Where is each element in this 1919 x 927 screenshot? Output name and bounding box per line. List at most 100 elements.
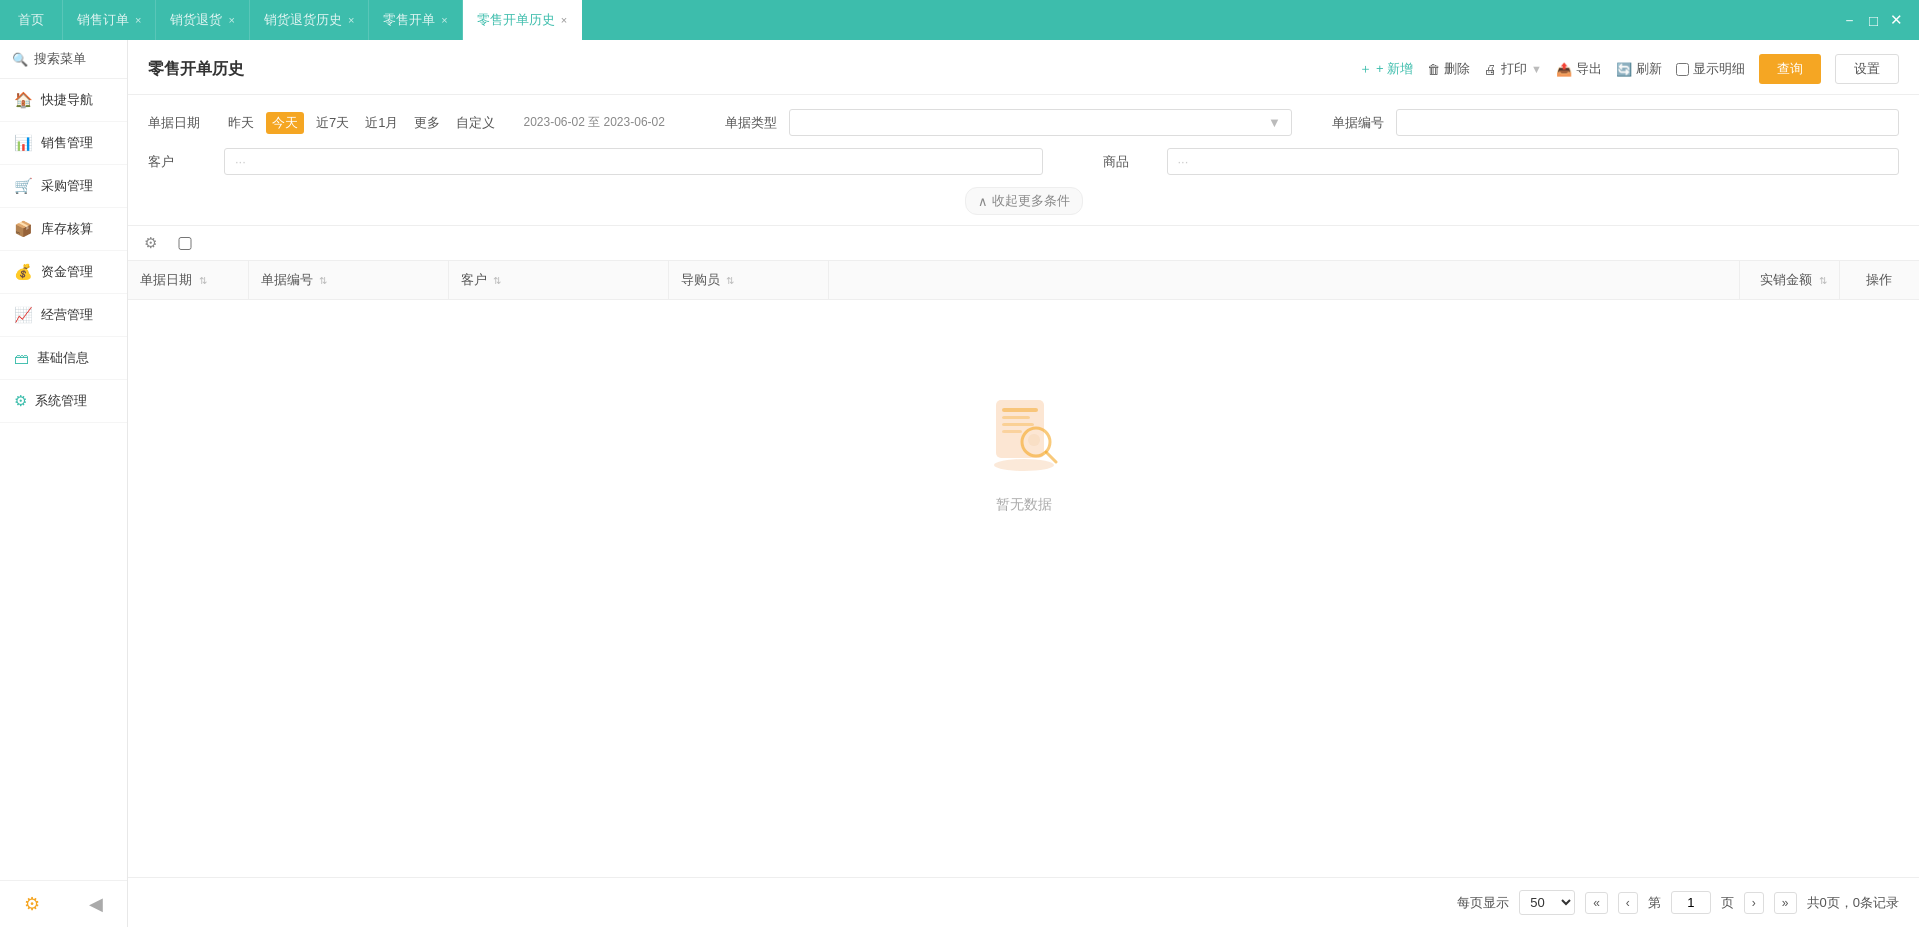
date-opt-1month[interactable]: 近1月	[361, 112, 402, 134]
product-filter: 商品 ···	[1103, 148, 1900, 175]
empty-state: 暂无数据	[128, 300, 1919, 594]
last-page-button[interactable]: »	[1774, 892, 1797, 914]
query-button[interactable]: 查询	[1759, 54, 1821, 84]
window-controls: － □ ✕	[1842, 11, 1919, 30]
sidebar-item-quicknav[interactable]: 🏠 快捷导航	[0, 79, 127, 122]
svg-point-8	[1028, 434, 1040, 446]
col-amount: 实销金额 ⇅	[1739, 261, 1839, 300]
delete-button[interactable]: 🗑 删除	[1427, 60, 1470, 78]
sidebar-item-finance[interactable]: 💰 资金管理	[0, 251, 127, 294]
type-select[interactable]: ▼	[789, 109, 1292, 136]
sidebar-item-inventory[interactable]: 📦 库存核算	[0, 208, 127, 251]
close-tab-sales-order[interactable]: ×	[135, 14, 141, 26]
svg-rect-3	[1002, 416, 1030, 419]
empty-text: 暂无数据	[996, 496, 1052, 514]
customer-select[interactable]: ···	[224, 148, 1043, 175]
page-label-post: 页	[1721, 894, 1734, 912]
finance-icon: 💰	[14, 263, 33, 281]
date-opt-today[interactable]: 今天	[266, 112, 304, 134]
system-icon: ⚙	[14, 392, 27, 410]
refresh-button[interactable]: 🔄 刷新	[1616, 60, 1662, 78]
type-label: 单据类型	[725, 114, 781, 132]
data-table: 单据日期 ⇅ 单据编号 ⇅ 客户 ⇅ 导购员 ⇅	[128, 261, 1919, 300]
tab-sales-return-history[interactable]: 销货退货历史 ×	[250, 0, 369, 40]
table-config-icon[interactable]: ⚙	[144, 234, 157, 252]
col-action: 操作	[1839, 261, 1919, 300]
sidebar: 🔍 搜索菜单 🏠 快捷导航 📊 销售管理 🛒 采购管理 📦 库存核算 💰 资金管…	[0, 40, 128, 927]
col-spacer	[828, 261, 1739, 300]
sort-number-icon[interactable]: ⇅	[319, 275, 327, 286]
date-options: 昨天 今天 近7天 近1月 更多 自定义	[224, 112, 499, 134]
tab-sales-return[interactable]: 销货退货 ×	[156, 0, 249, 40]
tab-retail-order-history[interactable]: 零售开单历史 ×	[463, 0, 582, 40]
minimize-button[interactable]: －	[1842, 11, 1857, 30]
print-dropdown-icon[interactable]: ▼	[1531, 63, 1542, 75]
date-opt-7days[interactable]: 近7天	[312, 112, 353, 134]
basicinfo-icon: 🗃	[14, 350, 29, 367]
top-tab-bar: 首页 销售订单 × 销货退货 × 销货退货历史 × 零售开单 × 零售开单历史 …	[0, 0, 1919, 40]
date-opt-more[interactable]: 更多	[410, 112, 444, 134]
purchase-icon: 🛒	[14, 177, 33, 195]
prev-page-button[interactable]: ‹	[1618, 892, 1638, 914]
pagination: 每页显示 50 10 20 100 « ‹ 第 页 › » 共0页，0条记录	[128, 877, 1919, 927]
display-detail-input[interactable]	[1676, 63, 1689, 76]
table-area: ⚙ 单据日期 ⇅ 单据编号 ⇅ 客户	[128, 226, 1919, 877]
date-opt-yesterday[interactable]: 昨天	[224, 112, 258, 134]
close-tab-sales-return[interactable]: ×	[228, 14, 234, 26]
product-select[interactable]: ···	[1167, 148, 1900, 175]
maximize-button[interactable]: □	[1869, 12, 1878, 29]
management-icon: 📈	[14, 306, 33, 324]
close-tab-retail-order[interactable]: ×	[441, 14, 447, 26]
page-actions: ＋ + 新增 🗑 删除 🖨 打印 ▼ 📤 导出 🔄	[1359, 54, 1899, 84]
export-icon: 📤	[1556, 62, 1572, 77]
table-toolbar: ⚙	[128, 226, 1919, 261]
sidebar-search[interactable]: 🔍 搜索菜单	[0, 40, 127, 79]
sort-date-icon[interactable]: ⇅	[199, 275, 207, 286]
settings-bottom-icon[interactable]: ⚙	[24, 893, 40, 915]
svg-point-0	[994, 459, 1054, 471]
collapse-sidebar-icon[interactable]: ◀	[89, 893, 103, 915]
page-size-select[interactable]: 50 10 20 100	[1519, 890, 1575, 915]
add-icon: ＋	[1359, 60, 1372, 78]
svg-line-7	[1046, 452, 1056, 462]
tab-retail-order[interactable]: 零售开单 ×	[369, 0, 462, 40]
sidebar-item-system[interactable]: ⚙ 系统管理	[0, 380, 127, 423]
print-icon: 🖨	[1484, 62, 1497, 77]
sidebar-item-purchase[interactable]: 🛒 采购管理	[0, 165, 127, 208]
next-page-button[interactable]: ›	[1744, 892, 1764, 914]
close-tab-retail-order-history[interactable]: ×	[561, 14, 567, 26]
number-label: 单据编号	[1332, 114, 1388, 132]
collapse-icon: ∧	[978, 194, 988, 209]
sort-amount-icon[interactable]: ⇅	[1819, 275, 1827, 286]
col-guide: 导购员 ⇅	[668, 261, 828, 300]
close-tab-sales-return-history[interactable]: ×	[348, 14, 354, 26]
tab-sales-order[interactable]: 销售订单 ×	[63, 0, 156, 40]
number-input[interactable]	[1396, 109, 1899, 136]
number-filter: 单据编号	[1332, 109, 1899, 136]
print-button[interactable]: 🖨 打印 ▼	[1484, 60, 1542, 78]
select-all-checkbox[interactable]	[169, 237, 201, 250]
customer-label: 客户	[148, 153, 204, 171]
collapse-button[interactable]: ∧ 收起更多条件	[965, 187, 1083, 215]
setting-button[interactable]: 设置	[1835, 54, 1899, 84]
total-text: 共0页，0条记录	[1807, 894, 1899, 912]
date-opt-custom[interactable]: 自定义	[452, 112, 499, 134]
display-detail-checkbox[interactable]: 显示明细	[1676, 60, 1745, 78]
inventory-icon: 📦	[14, 220, 33, 238]
sidebar-item-sales[interactable]: 📊 销售管理	[0, 122, 127, 165]
sort-customer-icon[interactable]: ⇅	[493, 275, 501, 286]
sidebar-item-basicinfo[interactable]: 🗃 基础信息	[0, 337, 127, 380]
content-area: 零售开单历史 ＋ + 新增 🗑 删除 🖨 打印 ▼ 📤 导出	[128, 40, 1919, 927]
first-page-button[interactable]: «	[1585, 892, 1608, 914]
tab-home[interactable]: 首页	[0, 0, 63, 40]
add-button[interactable]: ＋ + 新增	[1359, 60, 1413, 78]
page-number-input[interactable]	[1671, 891, 1711, 914]
export-button[interactable]: 📤 导出	[1556, 60, 1602, 78]
close-button[interactable]: ✕	[1890, 11, 1903, 29]
page-title: 零售开单历史	[148, 59, 244, 80]
svg-rect-5	[1002, 430, 1022, 433]
table-header: 单据日期 ⇅ 单据编号 ⇅ 客户 ⇅ 导购员 ⇅	[128, 261, 1919, 300]
sidebar-item-management[interactable]: 📈 经营管理	[0, 294, 127, 337]
sort-guide-icon[interactable]: ⇅	[726, 275, 734, 286]
product-placeholder: ···	[1178, 154, 1189, 169]
